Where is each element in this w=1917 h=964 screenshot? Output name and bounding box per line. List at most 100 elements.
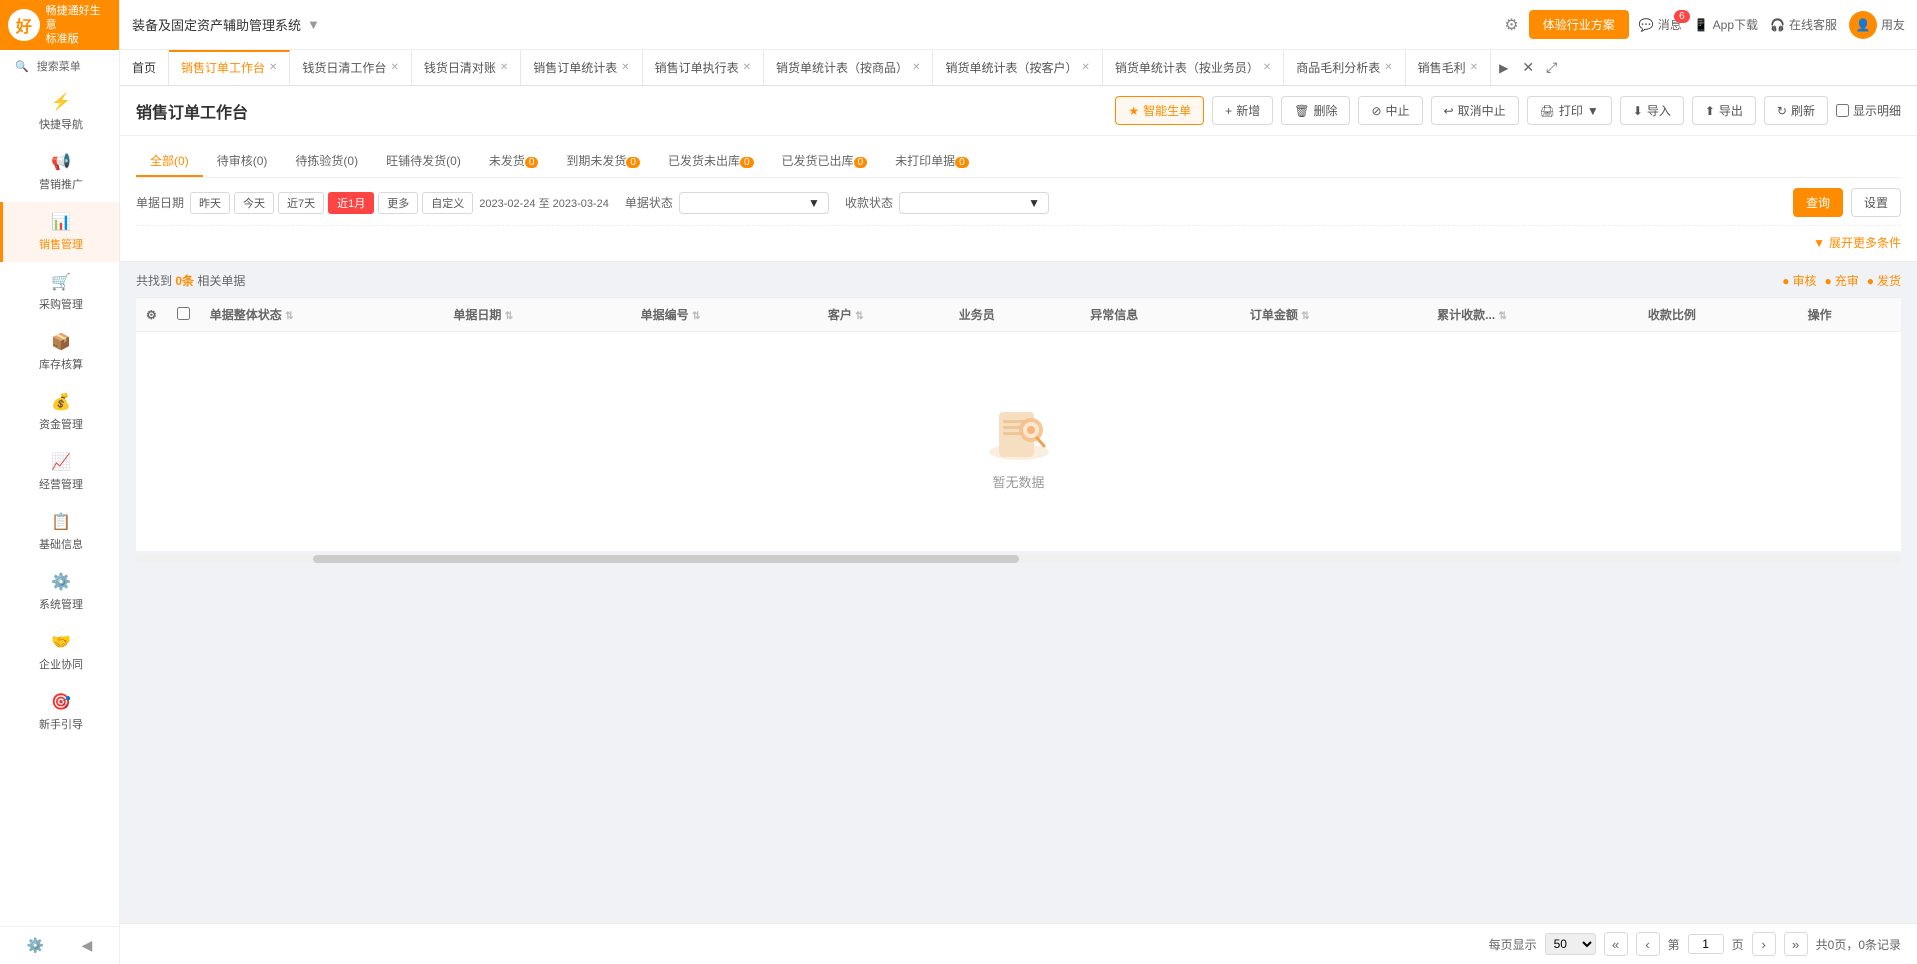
sort-date-icon[interactable]: ⇅ bbox=[505, 311, 513, 322]
user-menu-btn[interactable]: 👤 用友 bbox=[1849, 11, 1905, 39]
close-cash-reconcile-icon[interactable]: ✕ bbox=[500, 62, 508, 73]
next-page-btn[interactable]: › bbox=[1752, 932, 1776, 956]
online-service-btn[interactable]: 🎧 在线客服 bbox=[1770, 16, 1837, 33]
suspend-button[interactable]: ⊘ 中止 bbox=[1358, 96, 1422, 125]
close-sales-stats-product-icon[interactable]: ✕ bbox=[912, 62, 920, 73]
sidebar-item-sales[interactable]: 📊 销售管理 bbox=[0, 202, 119, 262]
col-checkbox[interactable] bbox=[167, 298, 200, 332]
smart-create-button[interactable]: ★ 智能生单 bbox=[1115, 96, 1204, 125]
select-all-checkbox[interactable] bbox=[177, 307, 190, 320]
scrollbar-thumb[interactable] bbox=[313, 555, 1019, 563]
sub-tab-all[interactable]: 全部(0) bbox=[136, 146, 203, 177]
sidebar-item-marketing[interactable]: 📢 营销推广 bbox=[0, 142, 119, 202]
horizontal-scrollbar[interactable] bbox=[136, 555, 1901, 563]
tab-sales-stats-product[interactable]: 销货单统计表（按商品） ✕ bbox=[764, 50, 933, 85]
collapse-icon[interactable]: ◀ bbox=[82, 937, 93, 954]
cancel-suspend-button[interactable]: ↩ 取消中止 bbox=[1431, 96, 1519, 125]
close-sales-exec-icon[interactable]: ✕ bbox=[743, 62, 751, 73]
date-1month-btn[interactable]: 近1月 bbox=[328, 192, 374, 214]
cancel-review-action-btn[interactable]: ● 充审 bbox=[1824, 272, 1858, 289]
sort-number-icon[interactable]: ⇅ bbox=[692, 311, 700, 322]
add-button[interactable]: + 新增 bbox=[1212, 96, 1273, 125]
maximize-btn[interactable]: ⤢ bbox=[1540, 59, 1563, 76]
sub-tab-pending-review[interactable]: 待审核(0) bbox=[203, 146, 282, 177]
tab-product-margin[interactable]: 商品毛利分析表 ✕ bbox=[1284, 50, 1405, 85]
sub-tab-shipped-not-out[interactable]: 已发货未出库0 bbox=[654, 146, 768, 177]
review-action-btn[interactable]: ● 审核 bbox=[1782, 272, 1816, 289]
setting-button[interactable]: 设置 bbox=[1851, 188, 1901, 217]
sidebar-item-basic-info[interactable]: 📋 基础信息 bbox=[0, 502, 119, 562]
last-page-btn[interactable]: » bbox=[1784, 932, 1808, 956]
date-more-btn[interactable]: 更多 bbox=[378, 192, 418, 214]
query-button[interactable]: 查询 bbox=[1793, 188, 1843, 217]
topbar-dropdown-icon[interactable]: ▼ bbox=[307, 17, 320, 32]
sub-tab-pending-inspect[interactable]: 待拣验货(0) bbox=[281, 146, 372, 177]
status-select[interactable]: ▼ bbox=[679, 192, 829, 214]
refresh-button[interactable]: ↻ 刷新 bbox=[1764, 96, 1828, 125]
sidebar-item-operations[interactable]: 📈 经营管理 bbox=[0, 442, 119, 502]
tab-sales-stats-customer[interactable]: 销货单统计表（按客户） ✕ bbox=[933, 50, 1102, 85]
date-yesterday-btn[interactable]: 昨天 bbox=[190, 192, 230, 214]
sidebar-item-cooperation[interactable]: 🤝 企业协同 bbox=[0, 622, 119, 682]
sub-tab-shipped-out[interactable]: 已发货已出库0 bbox=[768, 146, 882, 177]
show-detail-checkbox[interactable] bbox=[1836, 104, 1849, 117]
sidebar-item-quick-nav[interactable]: ⚡ 快捷导航 bbox=[0, 82, 119, 142]
gear-settings-icon[interactable]: ⚙ bbox=[1504, 15, 1518, 35]
close-sales-profit-icon[interactable]: ✕ bbox=[1470, 62, 1478, 73]
close-sales-stats-icon[interactable]: ✕ bbox=[621, 62, 629, 73]
tab-sales-workbench[interactable]: 销售订单工作台 ✕ bbox=[169, 50, 290, 85]
ship-action-btn[interactable]: ● 发货 bbox=[1867, 272, 1901, 289]
sort-status-icon[interactable]: ⇅ bbox=[285, 311, 293, 322]
date-custom-btn[interactable]: 自定义 bbox=[422, 192, 473, 214]
delete-button[interactable]: 🗑 删除 bbox=[1281, 96, 1350, 125]
export-button[interactable]: ⬆ 导出 bbox=[1692, 96, 1756, 125]
sidebar-item-purchase[interactable]: 🛒 采购管理 bbox=[0, 262, 119, 322]
sidebar-item-search[interactable]: 🔍 搜索菜单 bbox=[0, 50, 119, 82]
tab-sales-profit[interactable]: 销售毛利 ✕ bbox=[1406, 50, 1491, 85]
sub-tab-not-printed[interactable]: 未打印单据0 bbox=[881, 146, 983, 177]
import-button[interactable]: ⬇ 导入 bbox=[1620, 96, 1684, 125]
sort-collected-icon[interactable]: ⇅ bbox=[1499, 311, 1507, 322]
sub-tab-wangpu-pending[interactable]: 旺铺待发货(0) bbox=[372, 146, 475, 177]
settings-icon[interactable]: ⚙️ bbox=[27, 937, 44, 954]
tab-cash-reconcile[interactable]: 钱货日清对账 ✕ bbox=[412, 50, 521, 85]
page-input[interactable] bbox=[1688, 934, 1724, 954]
prev-page-btn[interactable]: ‹ bbox=[1636, 932, 1660, 956]
close-cash-daily-icon[interactable]: ✕ bbox=[390, 62, 398, 73]
payment-select[interactable]: ▼ bbox=[899, 192, 1049, 214]
close-sales-stats-customer-icon[interactable]: ✕ bbox=[1081, 62, 1089, 73]
app-download-btn[interactable]: 📱 App下载 bbox=[1694, 16, 1758, 33]
solution-button[interactable]: 体验行业方案 bbox=[1529, 10, 1629, 39]
tab-home[interactable]: 首页 bbox=[120, 50, 169, 85]
tab-sales-stats-staff[interactable]: 销货单统计表（按业务员） ✕ bbox=[1103, 50, 1284, 85]
inventory-icon: 📦 bbox=[51, 332, 71, 352]
col-number: 单据编号 ⇅ bbox=[631, 298, 818, 332]
date-today-btn[interactable]: 今天 bbox=[234, 192, 274, 214]
sidebar-item-finance[interactable]: 💰 资金管理 bbox=[0, 382, 119, 442]
tab-cash-daily[interactable]: 钱货日清工作台 ✕ bbox=[290, 50, 411, 85]
first-page-btn[interactable]: « bbox=[1604, 932, 1628, 956]
sort-customer-icon[interactable]: ⇅ bbox=[855, 311, 863, 322]
print-button[interactable]: 🖨 打印 ▼ bbox=[1527, 96, 1612, 125]
tab-sales-stats[interactable]: 销售订单统计表 ✕ bbox=[521, 50, 642, 85]
sub-tab-expired-not-shipped[interactable]: 到期未发货0 bbox=[552, 146, 654, 177]
sidebar-item-system[interactable]: ⚙️ 系统管理 bbox=[0, 562, 119, 622]
close-all-tabs-btn[interactable]: ✕ bbox=[1516, 59, 1540, 76]
date-7days-btn[interactable]: 近7天 bbox=[278, 192, 324, 214]
sidebar-item-inventory[interactable]: 📦 库存核算 bbox=[0, 322, 119, 382]
sub-tab-not-shipped[interactable]: 未发货0 bbox=[475, 146, 553, 177]
close-sales-stats-staff-icon[interactable]: ✕ bbox=[1263, 62, 1271, 73]
close-product-margin-icon[interactable]: ✕ bbox=[1384, 62, 1392, 73]
per-page-select[interactable]: 50 20 100 bbox=[1545, 933, 1596, 955]
sidebar-item-guide[interactable]: 🎯 新手引导 bbox=[0, 682, 119, 742]
show-detail-checkbox-label[interactable]: 显示明细 bbox=[1836, 102, 1901, 119]
sort-amount-icon[interactable]: ⇅ bbox=[1301, 311, 1309, 322]
col-amount: 订单金额 ⇅ bbox=[1240, 298, 1427, 332]
tab-sales-exec[interactable]: 销售订单执行表 ✕ bbox=[643, 50, 764, 85]
expand-filter-btn[interactable]: ▼ 展开更多条件 bbox=[1813, 234, 1901, 251]
message-btn[interactable]: 💬 6 消息 bbox=[1639, 16, 1682, 33]
close-sales-workbench-icon[interactable]: ✕ bbox=[269, 62, 277, 73]
status-filter: 单据状态 ▼ bbox=[625, 192, 829, 214]
tab-more-btn[interactable]: ▶ bbox=[1491, 61, 1516, 75]
col-settings[interactable]: ⚙ bbox=[136, 298, 167, 332]
